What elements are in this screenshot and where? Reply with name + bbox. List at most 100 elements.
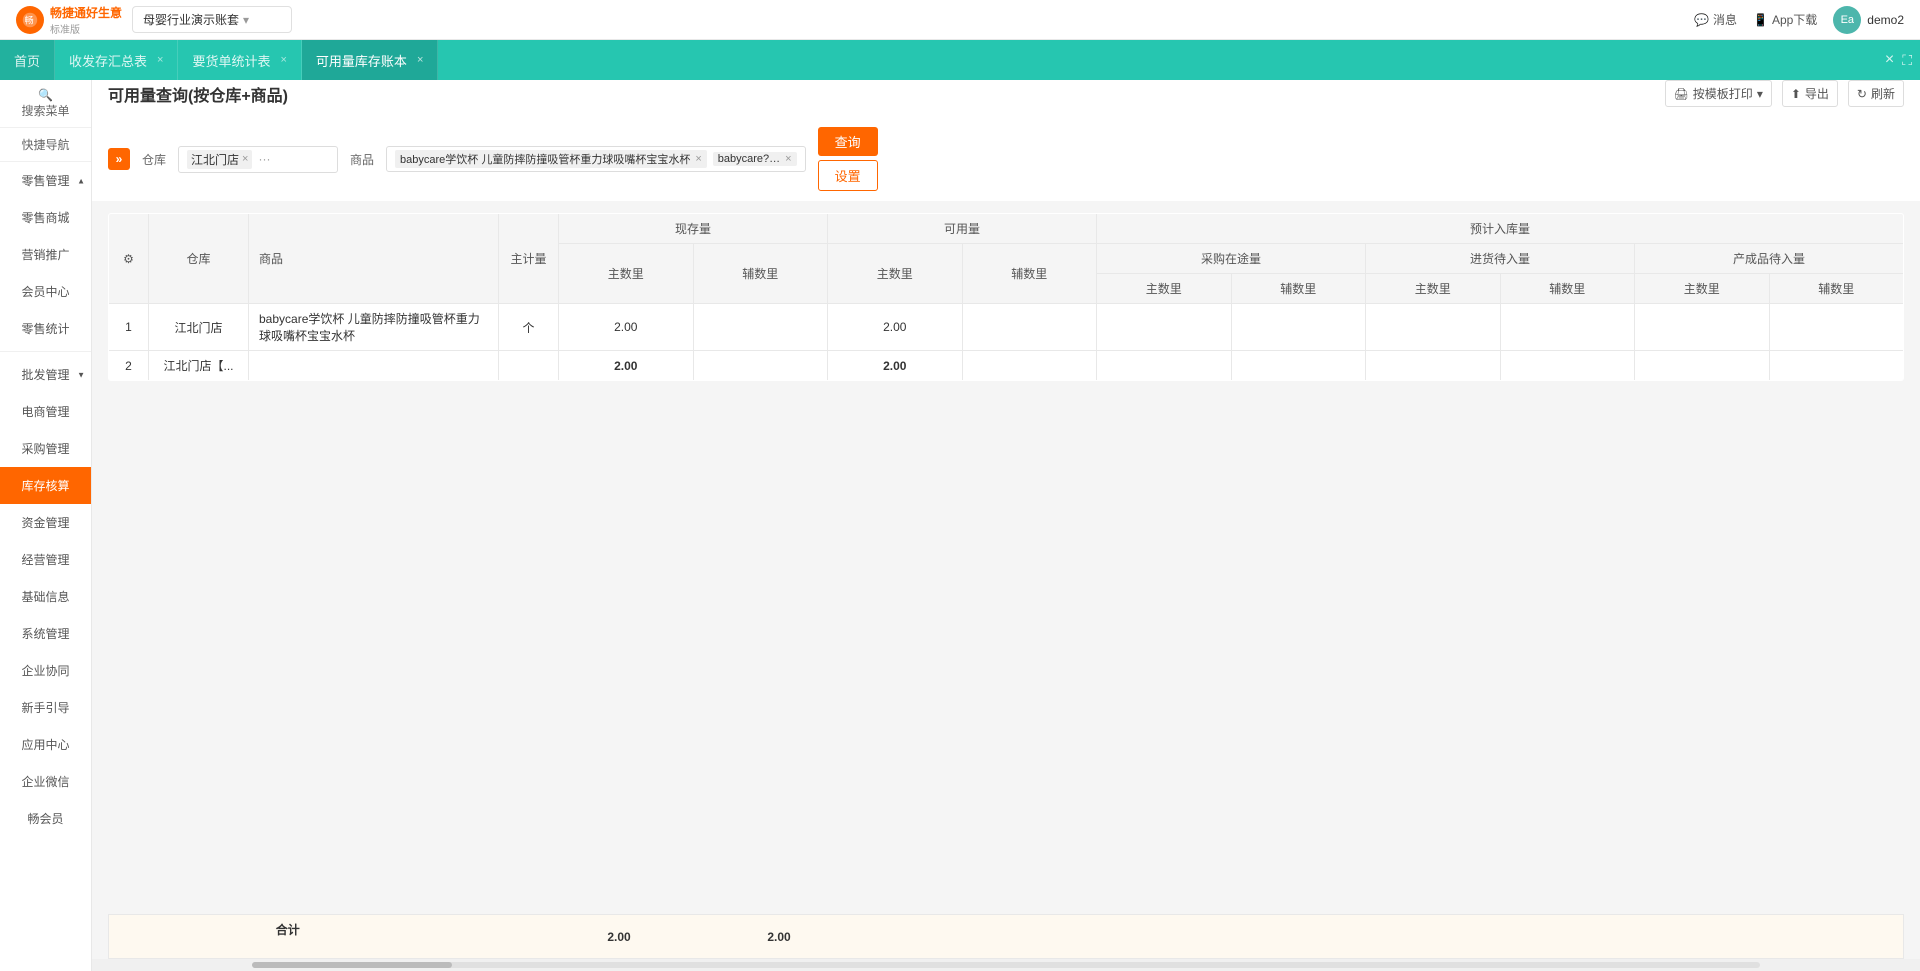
remove-warehouse-tag[interactable]: × <box>242 153 248 165</box>
sidebar-item-retail-mgmt[interactable]: 零售管理 <box>0 162 91 199</box>
tab-yaohuo[interactable]: 要货单统计表 × <box>178 40 301 80</box>
top-bar-left: 畅 畅捷通好生意 标准版 母婴行业演示账套 ▾ <box>16 4 292 36</box>
sidebar-item-marketing[interactable]: 营销推广 <box>0 236 91 273</box>
sidebar-item-wholesale-mgmt[interactable]: 批发管理 <box>0 356 91 393</box>
cell-current-main-1: 2.00 <box>559 351 694 381</box>
tab-home[interactable]: 首页 <box>0 40 55 80</box>
warehouse-tag: 江北门店 × <box>187 150 252 169</box>
data-table: ⚙ 仓库 商品 主计量 现存量 可用量 预计入库量 主数里 辅数里 主数里 辅数… <box>108 213 1904 381</box>
top-bar: 畅 畅捷通好生意 标准版 母婴行业演示账套 ▾ 💬 消息 📱 App下载 Ea … <box>0 0 1920 40</box>
message-button[interactable]: 💬 消息 <box>1694 11 1737 28</box>
th-arrival-main: 主数里 <box>1366 274 1501 304</box>
scrollbar-track <box>252 962 1760 968</box>
table-container: ⚙ 仓库 商品 主计量 现存量 可用量 预计入库量 主数里 辅数里 主数里 辅数… <box>92 201 1920 914</box>
cell-goods-0: babycare学饮杯 儿童防摔防撞吸管杯重力球吸嘴杯宝宝水杯 <box>249 304 499 351</box>
logo-text: 畅捷通好生意 标准版 <box>50 4 122 36</box>
logo-area: 畅 畅捷通好生意 标准版 <box>16 4 122 36</box>
th-arrival-pending: 进货待入量 <box>1366 244 1635 274</box>
sidebar-item-finance[interactable]: 资金管理 <box>0 504 91 541</box>
tab-keyongliang[interactable]: 可用量库存账本 × <box>302 40 438 80</box>
sidebar-item-ecommerce[interactable]: 电商管理 <box>0 393 91 430</box>
main-container: 🔍 搜索菜单 快捷导航 零售管理 零售商城 营销推广 会员中心 零售统计 批发管… <box>0 80 1920 971</box>
cell-avail-main-0: 2.00 <box>828 304 963 351</box>
user-name: demo2 <box>1867 13 1904 27</box>
cell-pt-main-1 <box>1097 351 1232 381</box>
sidebar-item-inventory[interactable]: 库存核算 <box>0 467 91 504</box>
expand-icon[interactable]: ⛶ <box>1902 52 1912 69</box>
settings-button[interactable]: 设置 <box>818 160 878 191</box>
page-header: 可用量查询(按仓库+商品) 🖨 按模板打印 ▾ ⬆ 导出 ↻ 刷新 <box>92 80 1920 201</box>
sidebar-item-member[interactable]: 畅会员 <box>0 800 91 837</box>
footer-avail-main: 2.00 <box>739 930 819 944</box>
refresh-button[interactable]: ↻ 刷新 <box>1848 80 1904 107</box>
export-button[interactable]: ⬆ 导出 <box>1782 80 1838 107</box>
refresh-icon: ↻ <box>1857 87 1867 101</box>
sidebar-item-purchase[interactable]: 采购管理 <box>0 430 91 467</box>
scrollbar-thumb[interactable] <box>252 962 452 968</box>
cell-current-aux-0 <box>693 304 828 351</box>
warehouse-filter-input[interactable]: 江北门店 × ··· <box>178 146 338 173</box>
sidebar-item-appstore[interactable]: 应用中心 <box>0 726 91 763</box>
sidebar-item-retail-stats[interactable]: 零售统计 <box>0 310 91 347</box>
close-tab-keyongliang[interactable]: × <box>417 54 423 66</box>
sidebar-divider-1 <box>0 351 91 352</box>
sidebar-item-wechat[interactable]: 企业微信 <box>0 763 91 800</box>
goods-label: 商品 <box>350 151 374 168</box>
tab-shoufa[interactable]: 收发存汇总表 × <box>55 40 178 80</box>
cell-current-aux-1 <box>693 351 828 381</box>
horizontal-scrollbar[interactable] <box>92 959 1920 971</box>
sidebar-item-enterprise[interactable]: 企业协同 <box>0 652 91 689</box>
close-all-tabs-button[interactable]: × <box>1885 51 1894 69</box>
cell-pt-main-0 <box>1097 304 1232 351</box>
table-footer: 合计 2.00 2.00 <box>108 914 1904 959</box>
industry-selector[interactable]: 母婴行业演示账套 ▾ <box>132 6 292 33</box>
query-settings-buttons: 查询 设置 <box>818 127 878 191</box>
sidebar-search[interactable]: 🔍 搜索菜单 <box>0 80 91 128</box>
remove-goods-tag-0[interactable]: × <box>695 153 701 165</box>
th-current-stock: 现存量 <box>559 214 828 244</box>
sidebar-item-member-center[interactable]: 会员中心 <box>0 273 91 310</box>
sidebar-item-system[interactable]: 系统管理 <box>0 615 91 652</box>
cell-no-0: 1 <box>109 304 149 351</box>
user-area[interactable]: Ea demo2 <box>1833 6 1904 34</box>
print-template-button[interactable]: 🖨 按模板打印 ▾ <box>1665 80 1772 107</box>
cell-ap-main-0 <box>1366 304 1501 351</box>
th-product-pending: 产成品待入量 <box>1635 244 1904 274</box>
top-bar-right: 💬 消息 📱 App下载 Ea demo2 <box>1694 6 1904 34</box>
sidebar-item-retail-mall[interactable]: 零售商城 <box>0 199 91 236</box>
page-title: 可用量查询(按仓库+商品) <box>108 82 288 106</box>
sidebar-quick-nav[interactable]: 快捷导航 <box>0 128 91 162</box>
export-icon: ⬆ <box>1791 87 1801 101</box>
sidebar-item-newbie[interactable]: 新手引导 <box>0 689 91 726</box>
query-button[interactable]: 查询 <box>818 127 878 156</box>
sidebar-item-basics[interactable]: 基础信息 <box>0 578 91 615</box>
th-purchase-main: 主数里 <box>1097 274 1232 304</box>
th-product-aux: 辅数里 <box>1769 274 1904 304</box>
chevron-down-icon-print: ▾ <box>1757 87 1763 101</box>
chevron-down-icon: ▾ <box>243 13 249 27</box>
filter-expand-button[interactable]: » <box>108 148 130 170</box>
warehouse-more-icon[interactable]: ··· <box>258 152 270 166</box>
close-tab-yaohuo[interactable]: × <box>280 54 286 66</box>
cell-pt-aux-0 <box>1231 304 1366 351</box>
th-unit: 主计量 <box>499 214 559 304</box>
th-goods: 商品 <box>249 214 499 304</box>
th-product-main: 主数里 <box>1635 274 1770 304</box>
footer-label: 合计 <box>119 921 579 952</box>
settings-gear-icon[interactable]: ⚙ <box>123 252 134 266</box>
nav-tabs: 首页 收发存汇总表 × 要货单统计表 × 可用量库存账本 × × ⛶ <box>0 40 1920 80</box>
cell-warehouse-0: 江北门店 <box>149 304 249 351</box>
remove-goods-tag-1[interactable]: × <box>785 153 791 165</box>
filter-row: » 仓库 江北门店 × ··· 商品 babycare学饮杯 儿童防摔防撞吸管杯… <box>108 117 1904 201</box>
th-warehouse: 仓库 <box>149 214 249 304</box>
close-tab-shoufa[interactable]: × <box>157 54 163 66</box>
phone-icon: 📱 <box>1753 13 1768 27</box>
cell-avail-aux-0 <box>962 304 1097 351</box>
app-download-button[interactable]: 📱 App下载 <box>1753 11 1817 28</box>
print-icon: 🖨 <box>1674 87 1689 101</box>
sidebar-item-operations[interactable]: 经营管理 <box>0 541 91 578</box>
goods-filter-input[interactable]: babycare学饮杯 儿童防摔防撞吸管杯重力球吸嘴杯宝宝水杯 × babyca… <box>386 146 806 172</box>
th-available-main: 主数里 <box>828 244 963 304</box>
cell-pp-main-0 <box>1635 304 1770 351</box>
th-arrival-aux: 辅数里 <box>1500 274 1635 304</box>
